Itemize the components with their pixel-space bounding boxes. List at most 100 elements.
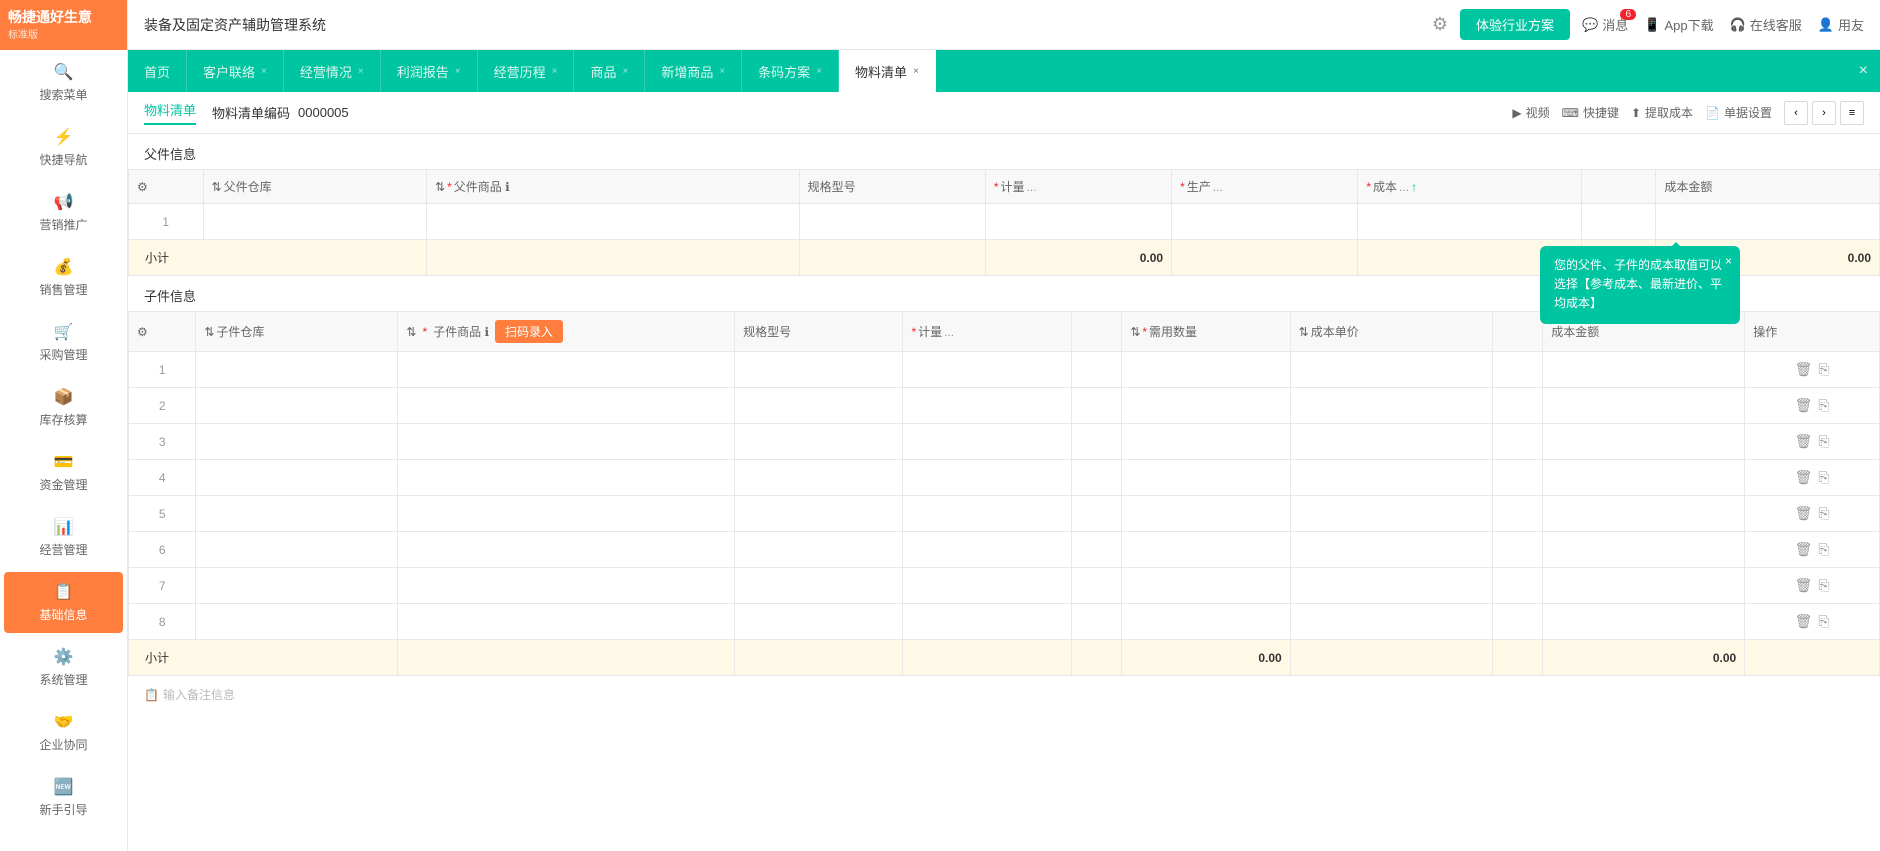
message-item[interactable]: 💬 消息 6	[1582, 15, 1628, 34]
th-child-warehouse[interactable]: ⇅ 子件仓库	[196, 312, 398, 352]
sidebar-item-inventory[interactable]: 📦 库存核算	[4, 377, 123, 438]
copy-icon[interactable]: ⎘	[1818, 469, 1829, 486]
th-parent-production[interactable]: * 生产...	[1172, 170, 1358, 204]
tab-customer-close[interactable]: ×	[261, 66, 267, 77]
th-parent-cost[interactable]: * 成本... ↑	[1358, 170, 1582, 204]
th-parent-qty[interactable]: * 计量...	[985, 170, 1171, 204]
tab-product[interactable]: 商品 ×	[574, 50, 645, 92]
nav-next-btn[interactable]: ›	[1812, 101, 1836, 125]
nav-prev-btn[interactable]: ‹	[1784, 101, 1808, 125]
child-spec-cell[interactable]	[735, 424, 903, 460]
child-price-cell[interactable]	[1290, 532, 1492, 568]
online-service-item[interactable]: 🎧 在线客服	[1730, 15, 1802, 34]
notes-placeholder[interactable]: 输入备注信息	[163, 686, 235, 703]
child-warehouse-cell[interactable]	[196, 352, 398, 388]
child-needed-cell[interactable]	[1122, 568, 1290, 604]
child-needed-cell[interactable]	[1122, 532, 1290, 568]
shortcut-action[interactable]: ⌨ 快捷键	[1562, 104, 1619, 121]
th-parent-settings[interactable]: ⚙	[129, 170, 204, 204]
sidebar-item-sales[interactable]: 💰 销售管理	[4, 247, 123, 308]
tab-product-close[interactable]: ×	[622, 66, 628, 77]
child-warehouse-cell[interactable]	[196, 460, 398, 496]
child-product-cell[interactable]	[398, 352, 735, 388]
th-child-settings[interactable]: ⚙	[129, 312, 196, 352]
child-product-cell[interactable]	[398, 424, 735, 460]
child-price-cell[interactable]	[1290, 604, 1492, 640]
copy-icon[interactable]: ⎘	[1818, 361, 1829, 378]
child-needed-cell[interactable]	[1122, 604, 1290, 640]
tab-home[interactable]: 首页	[128, 50, 187, 92]
child-price-cell[interactable]	[1290, 424, 1492, 460]
copy-icon[interactable]: ⎘	[1818, 505, 1829, 522]
child-product-cell[interactable]	[398, 460, 735, 496]
child-price-cell[interactable]	[1290, 460, 1492, 496]
parent-product-cell[interactable]	[427, 204, 800, 240]
child-needed-cell[interactable]	[1122, 496, 1290, 532]
child-price-cell[interactable]	[1290, 496, 1492, 532]
sidebar-item-operations[interactable]: 📊 经营管理	[4, 507, 123, 568]
page-tab-bom[interactable]: 物料清单	[144, 100, 196, 125]
th-parent-warehouse[interactable]: ⇅ 父件仓库	[203, 170, 427, 204]
sidebar-item-newguide[interactable]: 🆕 新手引导	[4, 767, 123, 828]
sidebar-item-quicknav[interactable]: ⚡ 快捷导航	[4, 117, 123, 178]
child-qty-cell[interactable]	[903, 568, 1071, 604]
th-parent-spec[interactable]: 规格型号	[799, 170, 985, 204]
tab-bom[interactable]: 物料清单 ×	[839, 50, 936, 92]
child-spec-cell[interactable]	[735, 568, 903, 604]
child-needed-cell[interactable]	[1122, 388, 1290, 424]
child-price-cell[interactable]	[1290, 568, 1492, 604]
child-qty-cell[interactable]	[903, 388, 1071, 424]
nav-menu-btn[interactable]: ≡	[1840, 101, 1864, 125]
sidebar-item-search[interactable]: 🔍 搜索菜单	[4, 52, 123, 113]
th-child-qty[interactable]: * 计量...	[903, 312, 1071, 352]
close-all-tabs[interactable]: ×	[1847, 62, 1880, 80]
delete-icon[interactable]: 🗑	[1795, 397, 1813, 414]
tab-profit[interactable]: 利润报告 ×	[381, 50, 478, 92]
copy-icon[interactable]: ⎘	[1818, 433, 1829, 450]
th-child-product[interactable]: ⇅ * 子件商品 ℹ 扫码录入	[398, 312, 735, 352]
delete-icon[interactable]: 🗑	[1795, 541, 1813, 558]
single-settings-action[interactable]: 📄 单据设置	[1705, 104, 1772, 121]
child-spec-cell[interactable]	[735, 460, 903, 496]
tab-barcode[interactable]: 条码方案 ×	[742, 50, 839, 92]
child-qty-cell[interactable]	[903, 532, 1071, 568]
settings-icon[interactable]: ⚙	[1432, 14, 1448, 35]
copy-icon[interactable]: ⎘	[1818, 541, 1829, 558]
sidebar-item-purchase[interactable]: 🛒 采购管理	[4, 312, 123, 373]
th-child-price[interactable]: ⇅ 成本单价	[1290, 312, 1492, 352]
parent-production-cell[interactable]	[1172, 204, 1358, 240]
child-spec-cell[interactable]	[735, 496, 903, 532]
sidebar-item-finance[interactable]: 💳 资金管理	[4, 442, 123, 503]
tab-history[interactable]: 经营历程 ×	[478, 50, 575, 92]
parent-cost-cell[interactable]	[1358, 204, 1582, 240]
sidebar-item-system[interactable]: ⚙️ 系统管理	[4, 637, 123, 698]
parent-spec-cell[interactable]	[799, 204, 985, 240]
child-product-cell[interactable]	[398, 496, 735, 532]
child-warehouse-cell[interactable]	[196, 532, 398, 568]
copy-icon[interactable]: ⎘	[1818, 613, 1829, 630]
copy-icon[interactable]: ⎘	[1818, 577, 1829, 594]
child-spec-cell[interactable]	[735, 388, 903, 424]
child-spec-cell[interactable]	[735, 532, 903, 568]
child-product-cell[interactable]	[398, 388, 735, 424]
child-qty-cell[interactable]	[903, 424, 1071, 460]
child-qty-cell[interactable]	[903, 352, 1071, 388]
child-warehouse-cell[interactable]	[196, 388, 398, 424]
child-product-cell[interactable]	[398, 568, 735, 604]
delete-icon[interactable]: 🗑	[1795, 361, 1813, 378]
experience-btn[interactable]: 体验行业方案	[1460, 9, 1570, 40]
user-item[interactable]: 👤 用友	[1818, 15, 1864, 34]
scan-btn[interactable]: 扫码录入	[495, 320, 563, 343]
tab-barcode-close[interactable]: ×	[816, 66, 822, 77]
delete-icon[interactable]: 🗑	[1795, 469, 1813, 486]
tooltip-close-btn[interactable]: ×	[1725, 252, 1732, 271]
child-price-cell[interactable]	[1290, 352, 1492, 388]
extract-cost-action[interactable]: ⬆ 提取成本	[1631, 104, 1693, 121]
child-warehouse-cell[interactable]	[196, 568, 398, 604]
parent-warehouse-cell[interactable]	[203, 204, 427, 240]
child-warehouse-cell[interactable]	[196, 604, 398, 640]
child-price-cell[interactable]	[1290, 388, 1492, 424]
child-product-cell[interactable]	[398, 532, 735, 568]
tab-operations[interactable]: 经营情况 ×	[284, 50, 381, 92]
delete-icon[interactable]: 🗑	[1795, 505, 1813, 522]
